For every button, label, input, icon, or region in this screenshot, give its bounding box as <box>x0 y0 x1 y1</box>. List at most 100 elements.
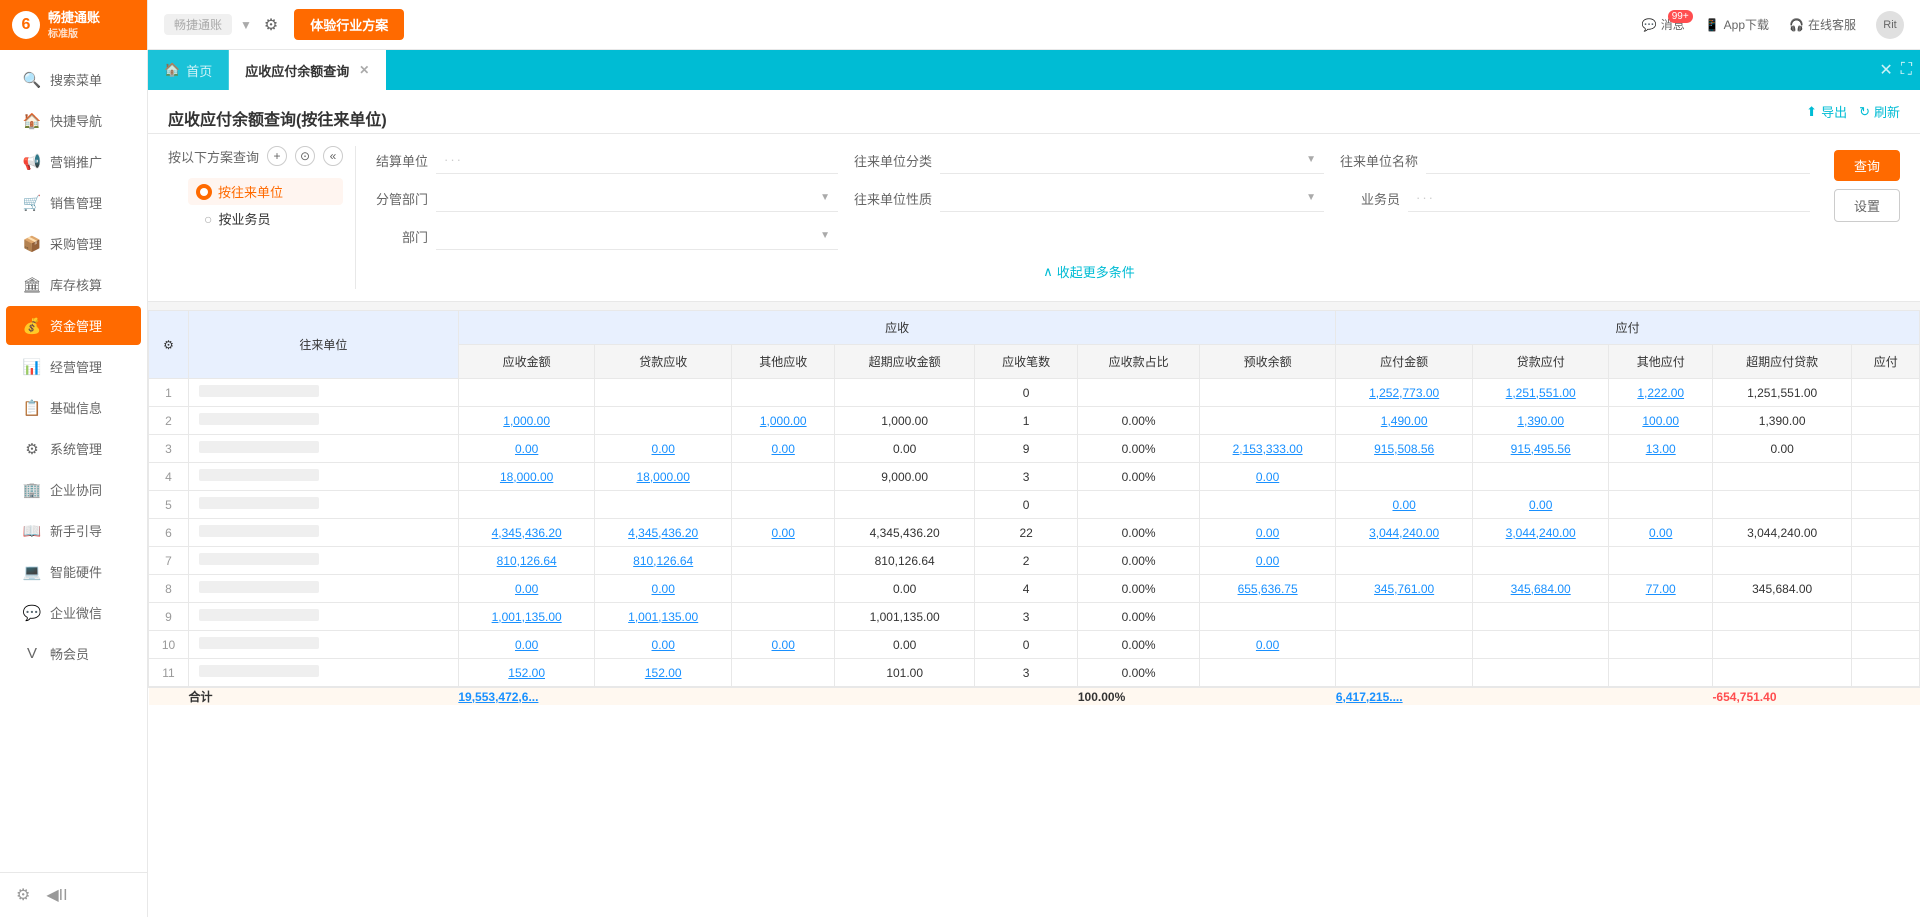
sidebar-item-capital[interactable]: 💰 资金管理 <box>6 306 141 345</box>
page-header: 应收应付余额查询(按往来单位) ⬆ 导出 ↻ 刷新 <box>148 90 1920 134</box>
partner-category-input[interactable]: ▼ <box>940 146 1324 174</box>
field-partner-category: 往来单位分类 ▼ <box>854 146 1324 174</box>
export-button[interactable]: ⬆ 导出 <box>1806 102 1847 133</box>
member-icon: V <box>22 645 42 662</box>
settings-bottom-icon[interactable]: ⚙ <box>16 885 30 905</box>
enterprise-icon: 🏢 <box>22 481 42 499</box>
message-icon: 💬 <box>1642 18 1657 32</box>
tab-ar-ap[interactable]: 应收应付余额查询 ✕ <box>229 50 386 90</box>
topbar-right: 💬 消息 99+ 📱 App下载 🎧 在线客服 Rit <box>1642 11 1904 39</box>
scheme-by-staff[interactable]: ○ 按业务员 <box>188 205 343 232</box>
topbar-brand-text: 畅捷通账 <box>164 14 232 35</box>
user-menu[interactable]: Rit <box>1876 11 1904 39</box>
sidebar-item-enterprise[interactable]: 🏢企业协同 <box>6 470 141 509</box>
sidebar-item-basic[interactable]: 📋 基础信息 <box>6 388 141 427</box>
table-body: 1 0 1,252,773.00 1,251,551.00 1,222.00 1… <box>149 379 1920 688</box>
table-row: 3 0.00 0.00 0.00 0.00 9 0.00% 2,153,333.… <box>149 435 1920 463</box>
filter-row-3: 部门 ▼ <box>368 222 1810 250</box>
sidebar-item-marketing[interactable]: 📢营销推广 <box>6 142 141 181</box>
system-icon: ⚙ <box>22 440 42 458</box>
sidebar-item-system[interactable]: ⚙系统管理 <box>6 429 141 468</box>
marketing-icon: 📢 <box>22 153 42 171</box>
refresh-button[interactable]: ↻ 刷新 <box>1859 102 1900 133</box>
th-ar-loan: 贷款应收 <box>595 345 732 379</box>
partner-nature-input[interactable]: ▼ <box>940 184 1324 212</box>
sidebar-item-label-purchase: 采购管理 <box>50 234 102 253</box>
th-ap-loan: 贷款应付 <box>1472 345 1609 379</box>
salesperson-input[interactable]: ··· <box>1408 184 1810 212</box>
department-input[interactable]: ▼ <box>436 222 838 250</box>
sidebar-item-guide[interactable]: 📖新手引导 <box>6 511 141 550</box>
basic-icon: 📋 <box>22 399 42 417</box>
footer-ar-pct: 100.00% <box>1078 687 1199 705</box>
sidebar-item-wechat[interactable]: 💬企业微信 <box>6 593 141 632</box>
sidebar-item-purchase[interactable]: 📦采购管理 <box>6 224 141 263</box>
solution-button[interactable]: 体验行业方案 <box>294 9 404 40</box>
collapse-sidebar-icon[interactable]: ◀II <box>46 885 67 905</box>
table-row: 11 152.00 152.00 101.00 3 0.00% <box>149 659 1920 688</box>
topbar-gear-icon[interactable]: ⚙ <box>264 15 278 35</box>
tab-close-window-icon[interactable]: ✕ <box>1879 60 1892 80</box>
sidebar-item-search[interactable]: 🔍搜索菜单 <box>6 60 141 99</box>
sidebar-item-sales[interactable]: 🛒销售管理 <box>6 183 141 222</box>
table-gear-icon[interactable]: ⚙ <box>163 338 174 352</box>
table-row: 10 0.00 0.00 0.00 0.00 0 0.00% 0.00 <box>149 631 1920 659</box>
th-setting[interactable]: ⚙ <box>149 311 189 379</box>
table-row: 1 0 1,252,773.00 1,251,551.00 1,222.00 1… <box>149 379 1920 407</box>
filter-collapse-left-icon[interactable]: « <box>323 146 343 166</box>
sidebar-bottom: ⚙ ◀II <box>0 872 147 917</box>
sidebar-item-member[interactable]: V畅会员 <box>6 634 141 673</box>
tab-close-icon[interactable]: ✕ <box>359 63 369 77</box>
topbar: 畅捷通账 ▼ ⚙ 体验行业方案 💬 消息 99+ 📱 App下载 🎧 在线客服 … <box>148 0 1920 50</box>
hardware-icon: 💻 <box>22 563 42 581</box>
footer-ap-other <box>1609 687 1712 705</box>
th-ar-overdue: 超期应收金额 <box>835 345 974 379</box>
footer-ar-overdue <box>835 687 974 705</box>
filter-label: 按以下方案查询 <box>168 147 259 166</box>
tab-home[interactable]: 🏠 首页 <box>148 50 229 90</box>
quick-icon: 🏠 <box>22 112 42 130</box>
sidebar-item-label-wechat: 企业微信 <box>50 603 102 622</box>
filter-scheme-panel: 按以下方案查询 + ⊙ « 按往来单位 ○ 按业务员 <box>168 146 356 289</box>
online-service-button[interactable]: 🎧 在线客服 <box>1789 16 1856 33</box>
filter-add-button[interactable]: + <box>267 146 287 166</box>
tab-expand-icon[interactable]: ⛶ <box>1901 61 1912 79</box>
sidebar-item-inventory[interactable]: 🏛库存核算 <box>6 265 141 304</box>
th-ar-pct: 应收款占比 <box>1078 345 1199 379</box>
filter-fields: 结算单位 ··· 往来单位分类 ▼ 往来单位名称 <box>368 146 1810 289</box>
th-partner: 往来单位 <box>189 311 459 379</box>
partner-name-input[interactable] <box>1426 146 1810 174</box>
dropdown-arrow-icon: ▼ <box>1306 154 1316 165</box>
messages-button[interactable]: 💬 消息 99+ <box>1642 16 1685 33</box>
setting-button[interactable]: 设置 <box>1834 189 1900 222</box>
settlement-unit-input[interactable]: ··· <box>436 146 838 174</box>
query-button[interactable]: 查询 <box>1834 150 1900 181</box>
scheme-by-unit[interactable]: 按往来单位 <box>188 178 343 205</box>
table-row: 2 1,000.00 1,000.00 1,000.00 1 0.00% 1,4… <box>149 407 1920 435</box>
th-ar-prepaid: 预收余额 <box>1199 345 1336 379</box>
dropdown-arrow-icon4: ▼ <box>820 230 830 241</box>
logo-text: 畅捷通账 标准版 <box>48 10 100 41</box>
sidebar-item-quick[interactable]: 🏠 快捷导航 <box>6 101 141 140</box>
table-row: 8 0.00 0.00 0.00 4 0.00% 655,636.75 345,… <box>149 575 1920 603</box>
topbar-dropdown-icon[interactable]: ▼ <box>240 18 252 32</box>
app-download-button[interactable]: 📱 App下载 <box>1705 16 1769 33</box>
field-partner-name: 往来单位名称 <box>1340 146 1810 174</box>
sidebar-item-label-hardware: 智能硬件 <box>50 562 102 581</box>
sidebar-item-label-sales: 销售管理 <box>50 193 102 212</box>
tabbar: 🏠 首页 应收应付余额查询 ✕ ✕ ⛶ <box>148 50 1920 90</box>
collapse-filter-button[interactable]: ∧ 收起更多条件 <box>368 254 1810 289</box>
capital-icon: 💰 <box>22 317 42 335</box>
dept-input[interactable]: ▼ <box>436 184 838 212</box>
th-ap-extra: 应付 <box>1852 345 1920 379</box>
sidebar-item-label-basic: 基础信息 <box>50 398 102 417</box>
sidebar-item-label-capital: 资金管理 <box>50 316 102 335</box>
th-ap-other: 其他应付 <box>1609 345 1712 379</box>
sidebar-item-label-quick: 快捷导航 <box>50 111 102 130</box>
filter-target-icon[interactable]: ⊙ <box>295 146 315 166</box>
sidebar-nav: 🔍搜索菜单 🏠 快捷导航 📢营销推广🛒销售管理📦采购管理🏛库存核算 💰 资金管理 📊经营管理… <box>0 50 147 872</box>
sidebar-item-hardware[interactable]: 💻 智能硬件 <box>6 552 141 591</box>
sidebar-item-operations[interactable]: 📊经营管理 <box>6 347 141 386</box>
th-ap-overdue: 超期应付贷款 <box>1712 345 1851 379</box>
sidebar-logo: 6 畅捷通账 标准版 <box>0 0 147 50</box>
